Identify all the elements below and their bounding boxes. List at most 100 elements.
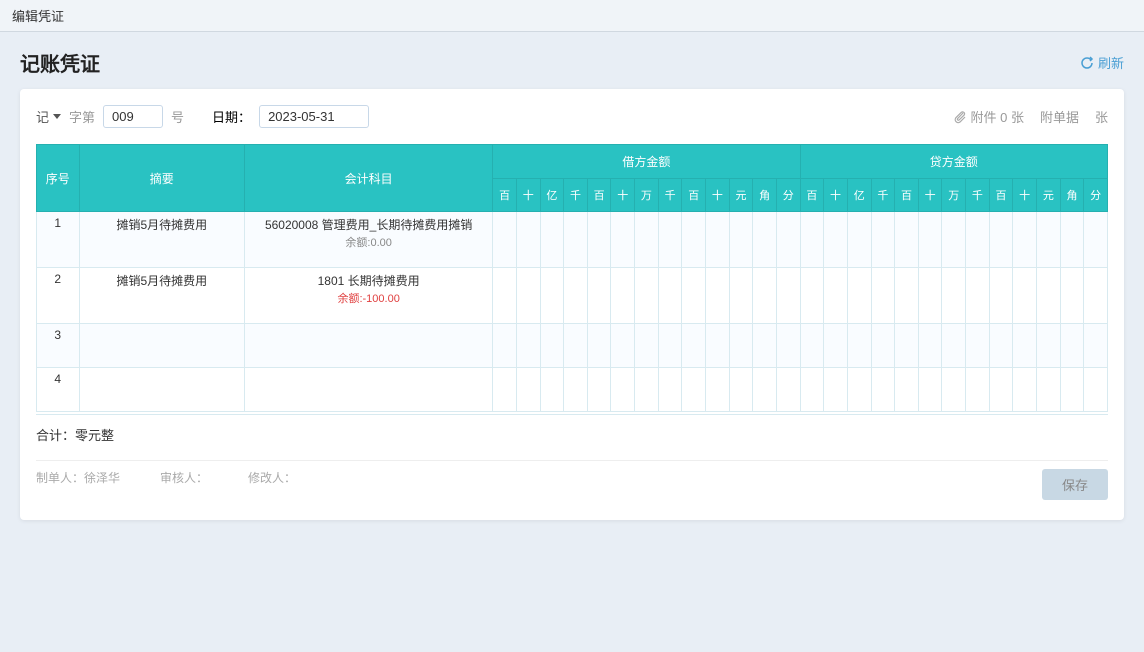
row-0-debit-9[interactable] (706, 212, 730, 268)
row-2-credit-2[interactable] (847, 324, 871, 368)
row-1-credit-11[interactable] (1060, 268, 1084, 324)
row-0-debit-7[interactable] (658, 212, 682, 268)
row-0-debit-0[interactable] (493, 212, 517, 268)
row-0-debit-10[interactable] (729, 212, 753, 268)
row-3-debit-2[interactable] (540, 368, 564, 412)
row-1-credit-5[interactable] (918, 268, 942, 324)
row-2-debit-1[interactable] (516, 324, 540, 368)
row-1-credit-1[interactable] (824, 268, 848, 324)
row-0-debit-2[interactable] (540, 212, 564, 268)
row-1-debit-10[interactable] (729, 268, 753, 324)
row-1-credit-10[interactable] (1037, 268, 1061, 324)
attach-single-label[interactable]: 附单据 (1040, 107, 1079, 126)
date-input[interactable] (259, 105, 369, 128)
row-1-credit-3[interactable] (871, 268, 895, 324)
save-button[interactable]: 保存 (1042, 469, 1108, 500)
row-1-credit-6[interactable] (942, 268, 966, 324)
row-2-debit-5[interactable] (611, 324, 635, 368)
row-2-debit-4[interactable] (587, 324, 611, 368)
row-3-credit-12[interactable] (1084, 368, 1108, 412)
row-1-credit-4[interactable] (895, 268, 919, 324)
row-0-credit-2[interactable] (847, 212, 871, 268)
row-0-debit-12[interactable] (776, 212, 800, 268)
row-0-credit-9[interactable] (1013, 212, 1037, 268)
row-1-credit-9[interactable] (1013, 268, 1037, 324)
attach-link[interactable]: 附件 0 张 (954, 107, 1024, 126)
row-3-debit-4[interactable] (587, 368, 611, 412)
row-3-debit-5[interactable] (611, 368, 635, 412)
row-3-credit-4[interactable] (895, 368, 919, 412)
table-row[interactable]: 4 (37, 368, 1108, 412)
row-3-credit-0[interactable] (800, 368, 824, 412)
row-1-debit-3[interactable] (564, 268, 588, 324)
row-summary-0[interactable]: 摊销5月待摊费用 (79, 212, 244, 268)
row-2-credit-8[interactable] (989, 324, 1013, 368)
row-3-credit-8[interactable] (989, 368, 1013, 412)
row-2-credit-9[interactable] (1013, 324, 1037, 368)
row-2-credit-7[interactable] (966, 324, 990, 368)
row-0-credit-5[interactable] (918, 212, 942, 268)
row-summary-2[interactable] (79, 324, 244, 368)
row-2-debit-9[interactable] (706, 324, 730, 368)
row-0-debit-5[interactable] (611, 212, 635, 268)
row-3-credit-10[interactable] (1037, 368, 1061, 412)
row-0-credit-0[interactable] (800, 212, 824, 268)
row-2-credit-5[interactable] (918, 324, 942, 368)
row-3-credit-7[interactable] (966, 368, 990, 412)
row-account-1[interactable]: 1801 长期待摊费用余额:-100.00 (245, 268, 493, 324)
row-3-debit-1[interactable] (516, 368, 540, 412)
row-3-debit-9[interactable] (706, 368, 730, 412)
row-2-debit-10[interactable] (729, 324, 753, 368)
row-2-credit-0[interactable] (800, 324, 824, 368)
row-0-debit-8[interactable] (682, 212, 706, 268)
row-0-credit-7[interactable] (966, 212, 990, 268)
row-3-debit-12[interactable] (776, 368, 800, 412)
row-1-credit-12[interactable] (1084, 268, 1108, 324)
refresh-button[interactable]: 刷新 (1080, 53, 1124, 72)
row-1-credit-0[interactable] (800, 268, 824, 324)
row-2-credit-10[interactable] (1037, 324, 1061, 368)
row-0-debit-6[interactable] (635, 212, 659, 268)
row-3-credit-1[interactable] (824, 368, 848, 412)
row-2-debit-7[interactable] (658, 324, 682, 368)
row-2-credit-4[interactable] (895, 324, 919, 368)
row-2-debit-11[interactable] (753, 324, 777, 368)
row-0-credit-4[interactable] (895, 212, 919, 268)
row-0-debit-11[interactable] (753, 212, 777, 268)
row-2-debit-6[interactable] (635, 324, 659, 368)
row-2-debit-3[interactable] (564, 324, 588, 368)
row-0-credit-8[interactable] (989, 212, 1013, 268)
row-0-credit-1[interactable] (824, 212, 848, 268)
row-3-credit-11[interactable] (1060, 368, 1084, 412)
row-2-debit-0[interactable] (493, 324, 517, 368)
table-row[interactable]: 1摊销5月待摊费用56020008 管理费用_长期待摊费用摊销余额:0.00 (37, 212, 1108, 268)
row-2-credit-1[interactable] (824, 324, 848, 368)
row-0-credit-12[interactable] (1084, 212, 1108, 268)
row-2-credit-11[interactable] (1060, 324, 1084, 368)
row-0-debit-4[interactable] (587, 212, 611, 268)
row-account-2[interactable] (245, 324, 493, 368)
row-1-debit-4[interactable] (587, 268, 611, 324)
row-0-debit-1[interactable] (516, 212, 540, 268)
row-1-credit-2[interactable] (847, 268, 871, 324)
row-3-debit-3[interactable] (564, 368, 588, 412)
row-1-credit-8[interactable] (989, 268, 1013, 324)
row-1-debit-1[interactable] (516, 268, 540, 324)
row-3-credit-6[interactable] (942, 368, 966, 412)
row-3-debit-0[interactable] (493, 368, 517, 412)
row-2-credit-3[interactable] (871, 324, 895, 368)
row-2-credit-6[interactable] (942, 324, 966, 368)
row-0-credit-10[interactable] (1037, 212, 1061, 268)
row-0-credit-3[interactable] (871, 212, 895, 268)
table-row[interactable]: 2摊销5月待摊费用1801 长期待摊费用余额:-100.00 (37, 268, 1108, 324)
voucher-type-dropdown[interactable]: 记 (36, 107, 61, 126)
voucher-number-input[interactable] (103, 105, 163, 128)
row-2-debit-12[interactable] (776, 324, 800, 368)
row-3-debit-10[interactable] (729, 368, 753, 412)
row-1-debit-6[interactable] (635, 268, 659, 324)
row-3-debit-6[interactable] (635, 368, 659, 412)
row-1-debit-9[interactable] (706, 268, 730, 324)
row-3-credit-3[interactable] (871, 368, 895, 412)
row-2-debit-2[interactable] (540, 324, 564, 368)
row-1-credit-7[interactable] (966, 268, 990, 324)
